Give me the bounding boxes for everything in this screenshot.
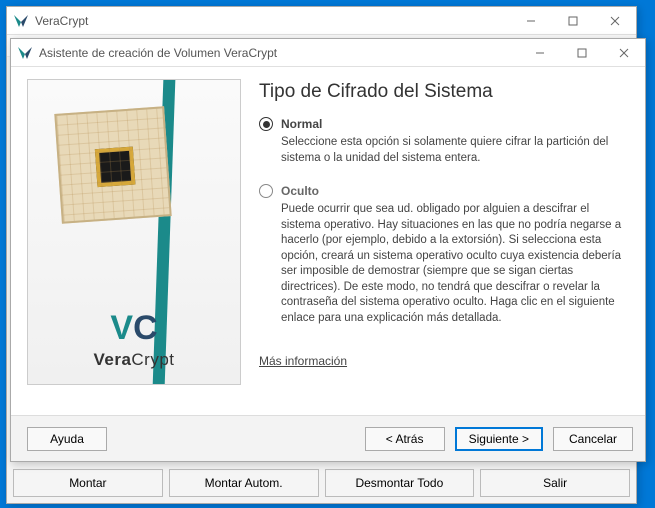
automount-button[interactable]: Montar Autom. — [169, 469, 319, 497]
close-button[interactable] — [594, 7, 636, 35]
radio-icon — [259, 117, 273, 131]
radio-option-hidden[interactable]: Oculto — [259, 184, 629, 198]
radio-icon — [259, 184, 273, 198]
wizard-content: Tipo de Cifrado del Sistema Normal Selec… — [241, 79, 629, 407]
mount-button[interactable]: Montar — [13, 469, 163, 497]
maximize-button[interactable] — [552, 7, 594, 35]
wizard-footer: Ayuda < Atrás Siguiente > Cancelar — [11, 415, 645, 461]
minimize-button[interactable] — [519, 39, 561, 67]
back-button[interactable]: < Atrás — [365, 427, 445, 451]
wizard-heading: Tipo de Cifrado del Sistema — [259, 81, 629, 103]
minimize-button[interactable] — [510, 7, 552, 35]
main-titlebar: VeraCrypt — [7, 7, 636, 35]
veracrypt-logo: VC VeraCrypt — [28, 318, 240, 370]
main-bottom-toolbar: Montar Montar Autom. Desmontar Todo Sali… — [13, 469, 630, 497]
radio-label-normal: Normal — [281, 117, 322, 131]
wizard-titlebar: Asistente de creación de Volumen VeraCry… — [11, 39, 645, 67]
radio-label-hidden: Oculto — [281, 184, 319, 198]
more-info-link[interactable]: Más información — [259, 354, 347, 368]
radio-desc-normal: Seleccione esta opción si solamente quie… — [281, 135, 629, 166]
dismount-all-button[interactable]: Desmontar Todo — [325, 469, 475, 497]
help-button[interactable]: Ayuda — [27, 427, 107, 451]
close-button[interactable] — [603, 39, 645, 67]
exit-button[interactable]: Salir — [480, 469, 630, 497]
wizard-window-title: Asistente de creación de Volumen VeraCry… — [39, 46, 519, 60]
next-button[interactable]: Siguiente > — [455, 427, 543, 451]
cancel-button[interactable]: Cancelar — [553, 427, 633, 451]
veracrypt-app-icon — [13, 13, 29, 29]
volume-creation-wizard: Asistente de creación de Volumen VeraCry… — [10, 38, 646, 462]
main-window-title: VeraCrypt — [35, 14, 510, 28]
maximize-button[interactable] — [561, 39, 603, 67]
wizard-body: VC VeraCrypt Tipo de Cifrado del Sistema… — [11, 67, 645, 415]
veracrypt-app-icon — [17, 45, 33, 61]
radio-option-normal[interactable]: Normal — [259, 117, 629, 131]
wizard-sidebar-image: VC VeraCrypt — [27, 79, 241, 385]
radio-desc-hidden: Puede ocurrir que sea ud. obligado por a… — [281, 202, 629, 326]
